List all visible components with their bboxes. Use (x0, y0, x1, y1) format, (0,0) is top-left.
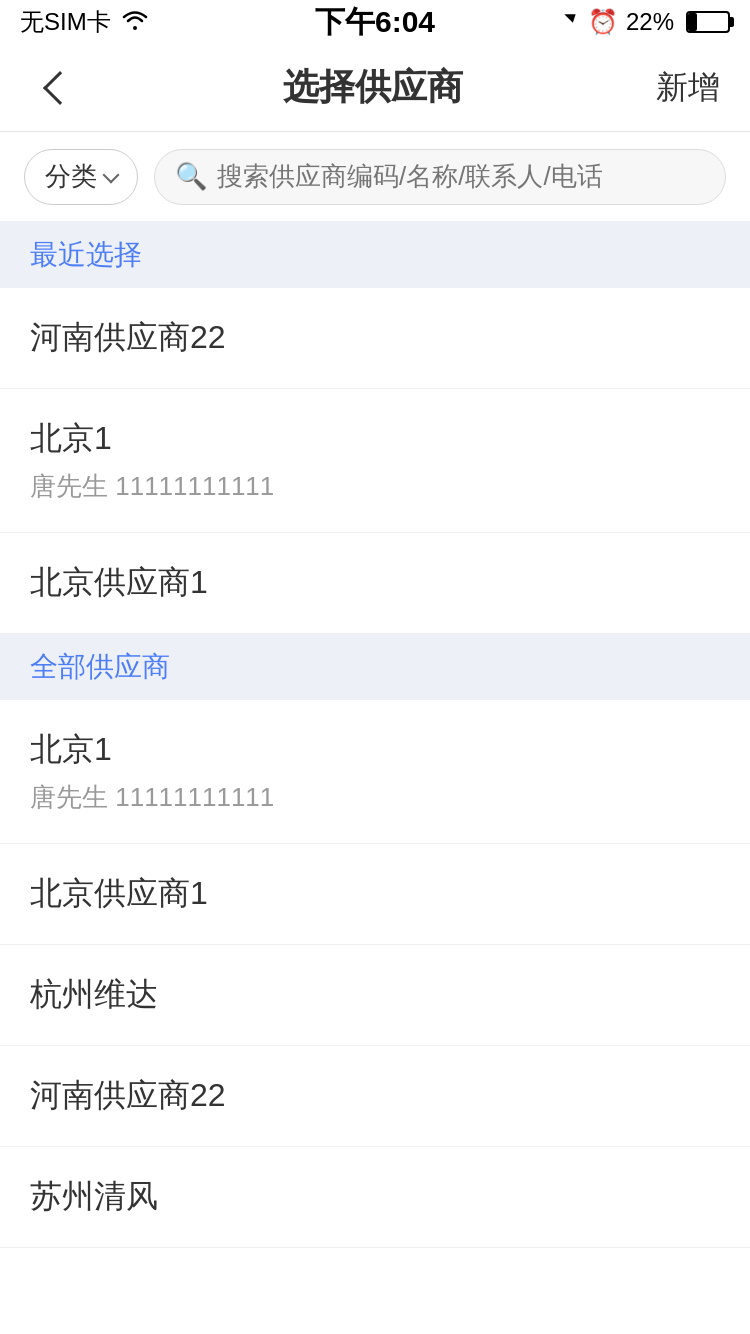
item-name: 北京1 (30, 728, 720, 772)
nav-bar: 选择供应商 新增 (0, 44, 750, 132)
list-item[interactable]: 北京1 唐先生 11111111111 (0, 700, 750, 844)
category-label: 分类 (45, 159, 97, 194)
category-button[interactable]: 分类 (24, 149, 138, 205)
item-name: 苏州清风 (30, 1175, 720, 1219)
recent-section-label: 最近选择 (30, 236, 142, 274)
all-section-header: 全部供应商 (0, 634, 750, 700)
battery-fill (688, 13, 697, 31)
all-list: 北京1 唐先生 11111111111 北京供应商1 杭州维达河南供应商22 苏州清风 (0, 700, 750, 1248)
item-name: 北京供应商1 (30, 872, 720, 916)
battery-percent: 22% (626, 8, 674, 36)
list-item[interactable]: 河南供应商22 (0, 288, 750, 389)
item-name: 河南供应商22 (30, 316, 720, 360)
sim-status: 无SIM卡 (20, 6, 111, 38)
item-name: 河南供应商22 (30, 1074, 720, 1118)
status-right: ⏰ 22% (560, 8, 730, 36)
search-input[interactable] (217, 161, 705, 192)
item-name: 北京1 (30, 417, 720, 461)
search-icon: 🔍 (175, 161, 207, 192)
status-bar: 无SIM卡 下午6:04 ⏰ 22% (0, 0, 750, 44)
wifi-icon (121, 8, 149, 36)
chevron-down-icon (103, 166, 120, 183)
filter-bar: 分类 🔍 (0, 132, 750, 222)
item-name: 杭州维达 (30, 973, 720, 1017)
all-section-label: 全部供应商 (30, 648, 170, 686)
list-item[interactable]: 北京1 唐先生 11111111111 (0, 389, 750, 533)
recent-section-header: 最近选择 (0, 222, 750, 288)
back-icon (43, 71, 77, 105)
recent-list: 河南供应商22 北京1 唐先生 11111111111 北京供应商1 (0, 288, 750, 634)
item-name: 北京供应商1 (30, 561, 720, 605)
list-item[interactable]: 北京供应商1 (0, 844, 750, 945)
battery-icon (686, 11, 730, 33)
page-title: 选择供应商 (283, 63, 463, 112)
list-item[interactable]: 北京供应商1 (0, 533, 750, 634)
status-left: 无SIM卡 (20, 6, 149, 38)
back-button[interactable] (30, 58, 90, 118)
location-icon (560, 8, 580, 36)
status-time: 下午6:04 (315, 2, 435, 43)
alarm-icon: ⏰ (588, 8, 618, 36)
list-item[interactable]: 河南供应商22 (0, 1046, 750, 1147)
item-detail: 唐先生 11111111111 (30, 780, 720, 815)
search-bar: 🔍 (154, 149, 726, 205)
list-item[interactable]: 苏州清风 (0, 1147, 750, 1248)
list-item[interactable]: 杭州维达 (0, 945, 750, 1046)
add-button[interactable]: 新增 (656, 66, 720, 110)
item-detail: 唐先生 11111111111 (30, 469, 720, 504)
